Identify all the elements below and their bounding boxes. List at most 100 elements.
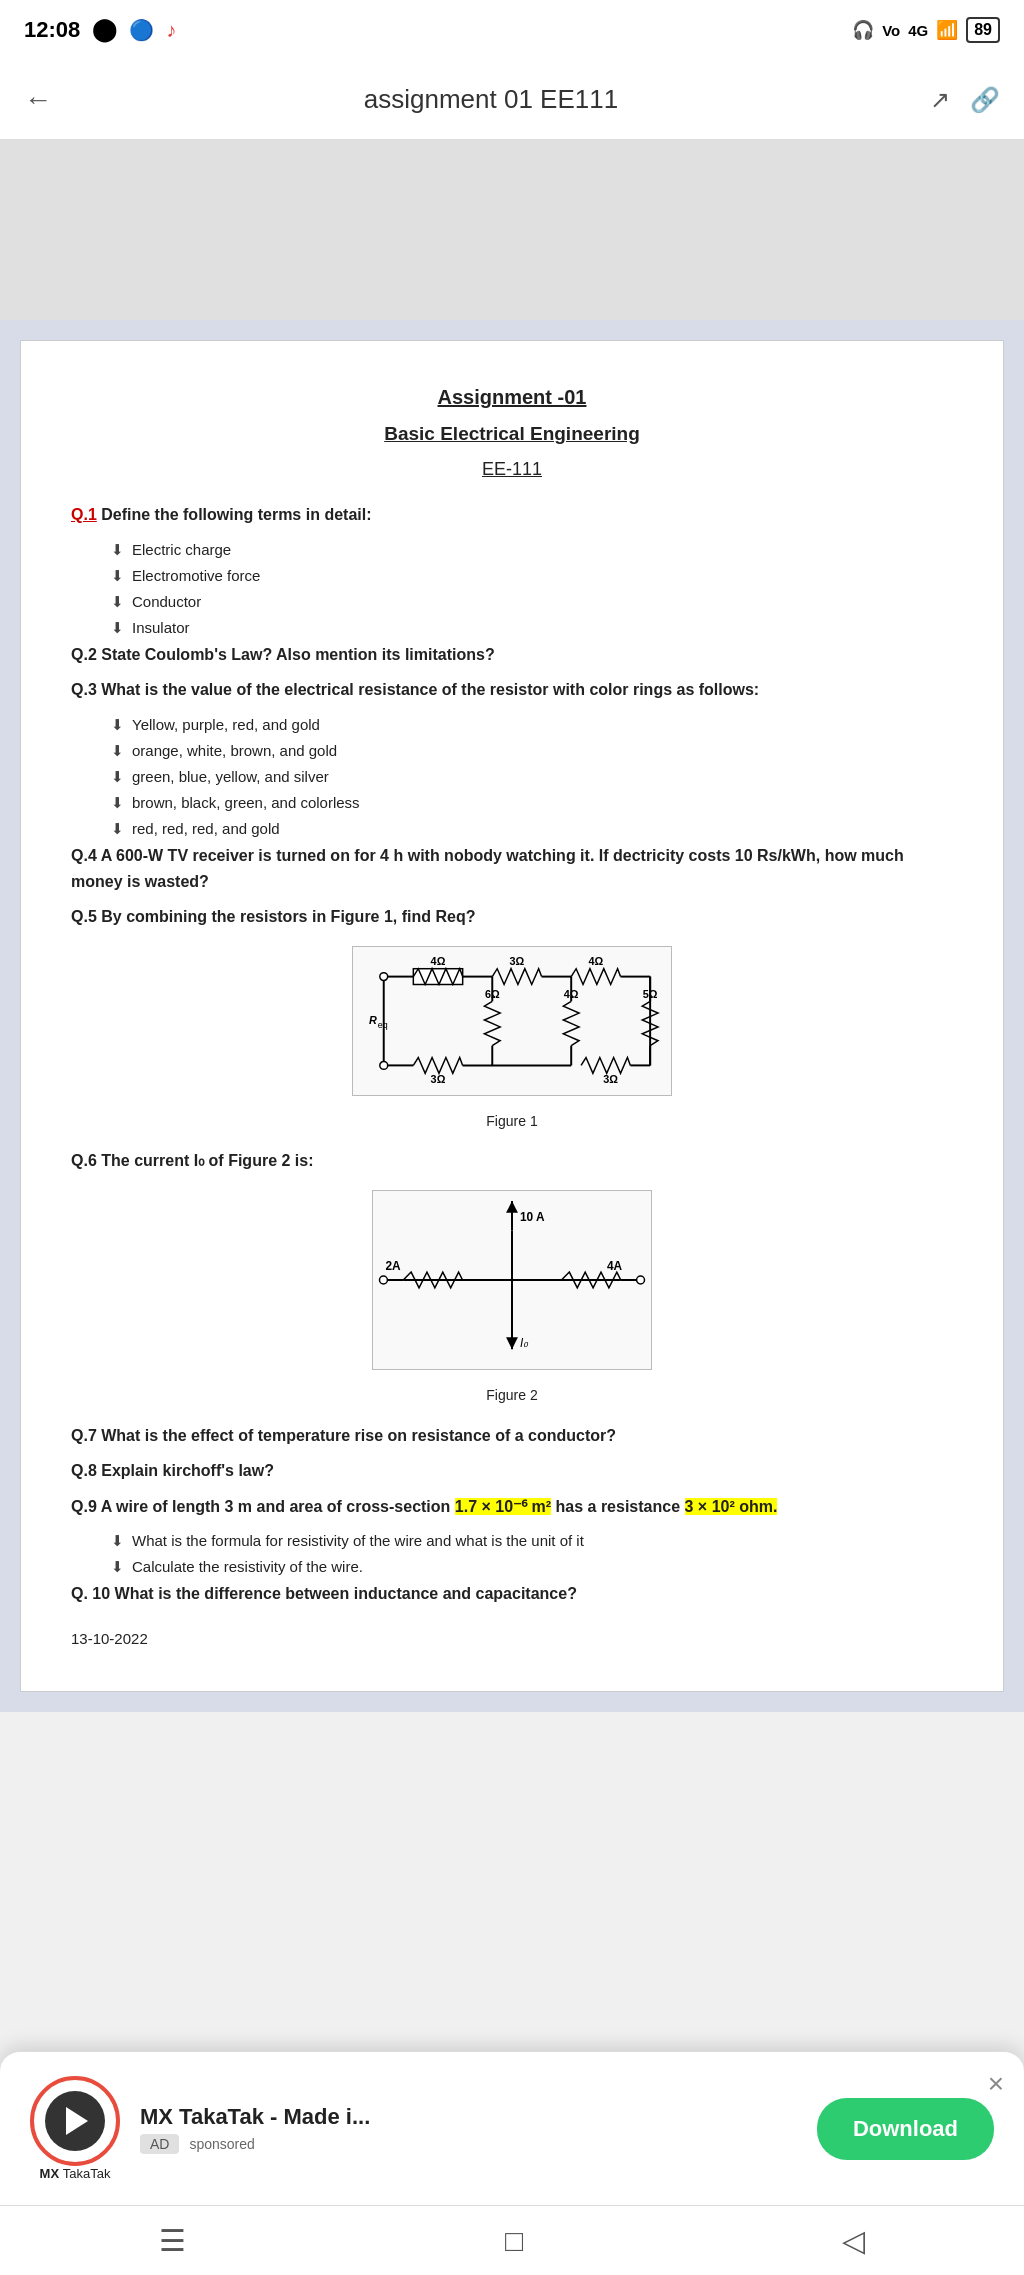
q9-text: Q.9 A wire of length 3 m and area of cro… [71, 1498, 777, 1515]
svg-text:4A: 4A [607, 1259, 623, 1273]
q9-item-2: ⬇ Calculate the resistivity of the wire. [111, 1555, 953, 1579]
doc-subtitle: Basic Electrical Engineering [71, 419, 953, 449]
q3-item-1: ⬇ Yellow, purple, red, and gold [111, 713, 953, 737]
q7-text: Q.7 What is the effect of temperature ri… [71, 1427, 616, 1444]
arrow-icon: ⬇ [111, 765, 124, 789]
ad-badge: AD [140, 2134, 179, 2154]
nav-bar: ← assignment 01 EE111 ↗ 🔗 [0, 60, 1024, 140]
q3-item-4: ⬇ brown, black, green, and colorless [111, 791, 953, 815]
wifi-icon: 📶 [936, 19, 958, 41]
ad-close-button[interactable]: × [988, 2068, 1004, 2100]
figure-1-container: 4Ω 3Ω 4Ω 6Ω [71, 946, 953, 1133]
loading-area [0, 140, 1024, 320]
svg-text:I₀: I₀ [520, 1336, 529, 1350]
figure-2-svg: 10 A 2A 4A [372, 1190, 652, 1370]
svg-text:5Ω: 5Ω [643, 988, 658, 1000]
arrow-icon: ⬇ [111, 616, 124, 640]
ad-text-block: MX TakaTak - Made i... AD sponsored [140, 2104, 797, 2154]
home-button[interactable]: □ [505, 2224, 523, 2258]
question-3: Q.3 What is the value of the electrical … [71, 677, 953, 703]
status-right: 🎧 Vo 4G 📶 89 [852, 17, 1000, 43]
svg-text:3Ω: 3Ω [431, 1073, 446, 1085]
network-icon: 4G [908, 22, 928, 39]
svg-text:4Ω: 4Ω [431, 955, 446, 967]
q3-item-5: ⬇ red, red, red, and gold [111, 817, 953, 841]
svg-text:3Ω: 3Ω [603, 1073, 618, 1085]
question-8: Q.8 Explain kirchoff's law? [71, 1458, 953, 1484]
ad-banner: × MX TakaTak MX TakaTak - Made i... AD s… [0, 2051, 1024, 2205]
status-bar: 12:08 ⬤ 🔵 ♪ 🎧 Vo 4G 📶 89 [0, 0, 1024, 60]
svg-text:4Ω: 4Ω [588, 955, 603, 967]
play-icon [66, 2107, 88, 2135]
status-left: 12:08 ⬤ 🔵 ♪ [24, 17, 176, 43]
ad-badge-row: AD sponsored [140, 2134, 797, 2154]
svg-text:6Ω: 6Ω [485, 988, 500, 1000]
q6-text: Q.6 The current I₀ of Figure 2 is: [71, 1152, 313, 1169]
download-button[interactable]: Download [817, 2098, 994, 2160]
question-1: Q.1 Define the following terms in detail… [71, 502, 953, 528]
question-2: Q.2 State Coulomb's Law? Also mention it… [71, 642, 953, 668]
doc-course: EE-111 [71, 455, 953, 484]
svg-text:10 A: 10 A [520, 1210, 545, 1224]
arrow-icon: ⬇ [111, 564, 124, 588]
bottom-nav: ☰ □ ◁ [0, 2205, 1024, 2275]
ad-logo-col: MX TakaTak [30, 2076, 120, 2181]
back-nav-button[interactable]: ◁ [842, 2223, 865, 2258]
svg-point-27 [380, 1061, 388, 1069]
q4-text: Q.4 A 600-W TV receiver is turned on for… [71, 847, 904, 890]
q1-text: Define the following terms in detail: [101, 506, 371, 523]
q2-text: Q.2 State Coulomb's Law? Also mention it… [71, 646, 495, 663]
signal-icon: Vo [882, 22, 900, 39]
back-button[interactable]: ← [24, 84, 52, 116]
arrow-icon: ⬇ [111, 1529, 124, 1553]
export-button[interactable]: ↗ [930, 86, 950, 114]
figure-1-caption: Figure 1 [71, 1110, 953, 1132]
q1-item-1: ⬇ Electric charge [111, 538, 953, 562]
svg-text:4Ω: 4Ω [564, 988, 579, 1000]
q1-item-4: ⬇ Insulator [111, 616, 953, 640]
q5-text: Q.5 By combining the resistors in Figure… [71, 908, 476, 925]
arrow-icon: ⬇ [111, 1555, 124, 1579]
date-line: 13-10-2022 [71, 1627, 953, 1651]
share-button[interactable]: 🔗 [970, 86, 1000, 114]
figure-1-svg: 4Ω 3Ω 4Ω 6Ω [352, 946, 672, 1096]
q3-item-3: ⬇ green, blue, yellow, and silver [111, 765, 953, 789]
ad-logo-circle [30, 2076, 120, 2166]
ad-logo-label: MX TakaTak [40, 2166, 111, 2181]
question-7: Q.7 What is the effect of temperature ri… [71, 1423, 953, 1449]
svg-text:eq: eq [378, 1020, 388, 1030]
ad-app-name: MX TakaTak - Made i... [140, 2104, 797, 2130]
question-9: Q.9 A wire of length 3 m and area of cro… [71, 1494, 953, 1520]
q1-item-2: ⬇ Electromotive force [111, 564, 953, 588]
q8-text: Q.8 Explain kirchoff's law? [71, 1462, 274, 1479]
ad-sponsored-text: sponsored [189, 2136, 254, 2152]
q1-label: Q.1 [71, 506, 97, 523]
question-6: Q.6 The current I₀ of Figure 2 is: [71, 1148, 953, 1174]
q1-item-3: ⬇ Conductor [111, 590, 953, 614]
question-5: Q.5 By combining the resistors in Figure… [71, 904, 953, 930]
status-time: 12:08 [24, 17, 80, 43]
status-dot-icon: ⬤ [92, 17, 117, 43]
battery-indicator: 89 [966, 17, 1000, 43]
q3-text: Q.3 What is the value of the electrical … [71, 681, 759, 698]
svg-text:R: R [369, 1014, 377, 1026]
document-content: Assignment -01 Basic Electrical Engineer… [20, 340, 1004, 1692]
svg-point-34 [379, 1276, 387, 1284]
doc-title: Assignment -01 [71, 381, 953, 413]
svg-marker-30 [506, 1201, 518, 1213]
figure-2-caption: Figure 2 [71, 1384, 953, 1406]
status-app-icon2: ♪ [166, 19, 176, 42]
menu-button[interactable]: ☰ [159, 2223, 186, 2258]
svg-text:2A: 2A [385, 1259, 401, 1273]
arrow-icon: ⬇ [111, 791, 124, 815]
document-wrapper: Assignment -01 Basic Electrical Engineer… [0, 320, 1024, 1712]
figure-2-container: 10 A 2A 4A [71, 1190, 953, 1407]
question-10: Q. 10 What is the difference between ind… [71, 1581, 953, 1607]
page-title: assignment 01 EE111 [72, 84, 910, 115]
q3-item-2: ⬇ orange, white, brown, and gold [111, 739, 953, 763]
status-app-icon1: 🔵 [129, 18, 154, 42]
svg-point-26 [380, 972, 388, 980]
arrow-icon: ⬇ [111, 817, 124, 841]
svg-text:3Ω: 3Ω [510, 955, 525, 967]
q10-text: Q. 10 What is the difference between ind… [71, 1585, 577, 1602]
